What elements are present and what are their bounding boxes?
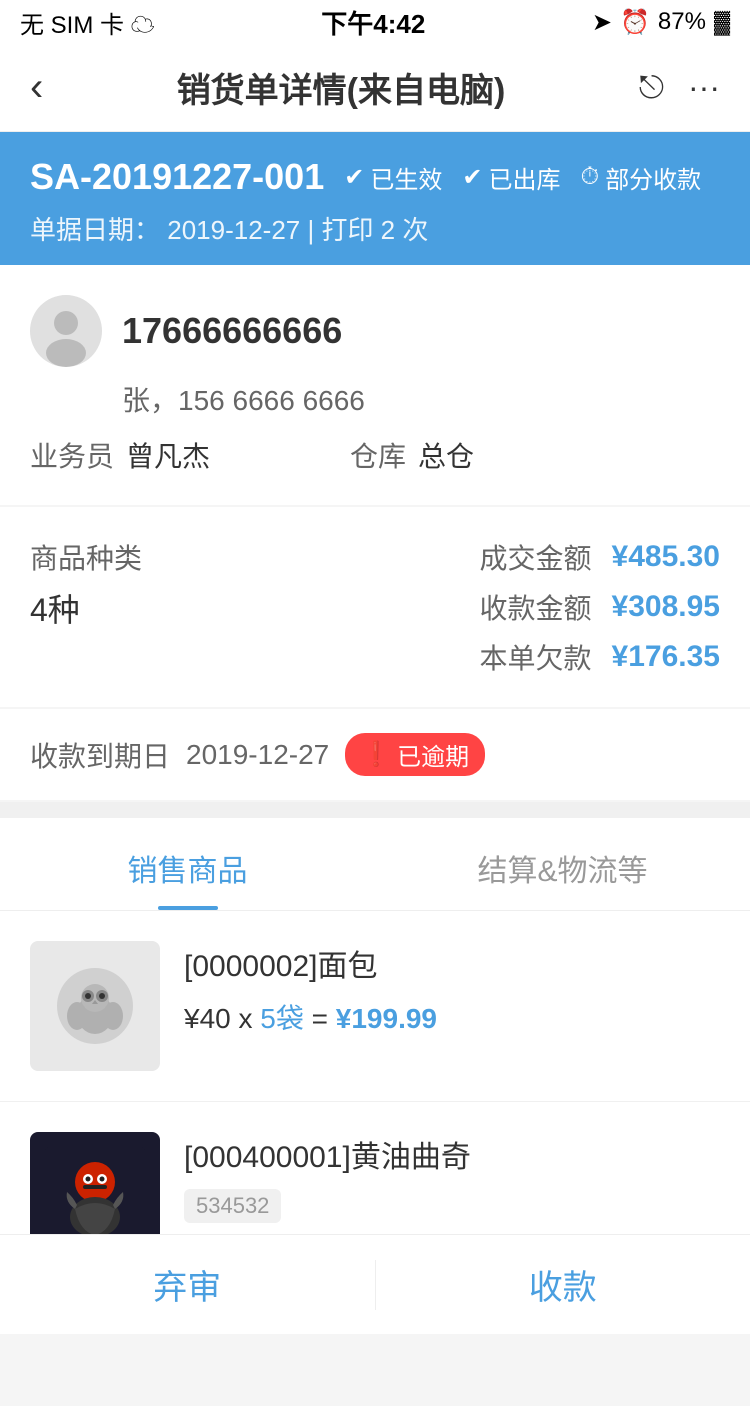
avatar: [30, 295, 102, 367]
back-button[interactable]: ‹: [30, 65, 43, 110]
warehouse-value: 总仓: [418, 435, 474, 475]
salesperson-value: 曾凡杰: [126, 435, 210, 475]
amount-left: 商品种类 4种: [30, 537, 142, 631]
product-item: [0000002]面包 ¥40 x 5袋 = ¥199.99: [0, 911, 750, 1102]
battery-icon: ▓: [714, 9, 730, 35]
collect-button[interactable]: 收款: [376, 1235, 750, 1334]
status-bar: 无 SIM 卡 ☁ 下午4:42 ➤ ⏰ 87% ▓: [0, 0, 750, 44]
product-image-1: [30, 941, 160, 1071]
customer-section: 17666666666 张，156 6666 6666 业务员 曾凡杰 仓库 总…: [0, 265, 750, 505]
customer-row1: 17666666666: [30, 295, 720, 367]
warehouse-item: 仓库 总仓: [350, 435, 474, 475]
salesperson-label: 业务员: [30, 435, 114, 475]
customer-detail: 业务员 曾凡杰 仓库 总仓: [30, 435, 720, 475]
clock-icon: ⏱: [580, 163, 599, 191]
section-divider: [0, 802, 750, 818]
order-date: 2019-12-27: [167, 215, 300, 245]
deal-amount: ¥485.30: [612, 540, 720, 574]
received-amount-row: 收款金额 ¥308.95: [480, 587, 720, 627]
header-banner: SA-20191227-001 ✔ 已生效 ✔ 已出库 ⏱ 部分收款 单据日期：…: [0, 132, 750, 265]
due-date-value: 2019-12-27: [186, 739, 329, 771]
deal-label: 成交金额: [480, 537, 592, 577]
overdue-label: 已逾期: [397, 737, 469, 772]
overdue-badge: ❗ 已逾期: [345, 733, 485, 776]
product-name-1: [0000002]面包: [184, 941, 720, 985]
status-badge-1: ✔ 已生效: [344, 160, 442, 195]
check-icon-2: ✔: [462, 163, 482, 192]
avatar-icon: [30, 295, 102, 367]
salesperson-item: 业务员 曾凡杰: [30, 435, 210, 475]
header-date-row: 单据日期： 2019-12-27 | 打印 2 次: [30, 210, 720, 247]
status-time: 下午4:42: [321, 4, 425, 41]
header-row1: SA-20191227-001 ✔ 已生效 ✔ 已出库 ⏱ 部分收款: [30, 156, 720, 198]
customer-phone: 张，156 6666 6666: [30, 379, 720, 419]
deal-amount-row: 成交金额 ¥485.30: [480, 537, 720, 577]
category-count: 4种: [30, 585, 142, 631]
bottom-bar: 弃审 收款: [0, 1234, 750, 1334]
tabs-section: 销售商品 结算&物流等: [0, 818, 750, 911]
no-sim-label: 无 SIM 卡 ☁: [20, 5, 155, 40]
share-icon[interactable]: ⎋: [639, 69, 664, 107]
amount-section: 商品种类 4种 成交金额 ¥485.30 收款金额 ¥308.95 本单欠款 ¥…: [0, 507, 750, 707]
nav-icons: ⎋ ···: [639, 69, 720, 107]
more-icon[interactable]: ···: [688, 69, 720, 106]
debt-amount: ¥176.35: [612, 640, 720, 674]
debt-amount-row: 本单欠款 ¥176.35: [480, 637, 720, 677]
status-badge-2: ✔ 已出库: [462, 160, 560, 195]
product-price-1: ¥40 x 5袋 = ¥199.99: [184, 997, 720, 1037]
received-amount: ¥308.95: [612, 590, 720, 624]
due-section: 收款到期日 2019-12-27 ❗ 已逾期: [0, 709, 750, 800]
nav-bar: ‹ 销货单详情(来自电脑) ⎋ ···: [0, 44, 750, 132]
page-title: 销货单详情(来自电脑): [177, 63, 506, 112]
product-info-1: [0000002]面包 ¥40 x 5袋 = ¥199.99: [184, 941, 720, 1037]
amount-right: 成交金额 ¥485.30 收款金额 ¥308.95 本单欠款 ¥176.35: [480, 537, 720, 677]
unit-price-1: ¥40: [184, 1003, 231, 1034]
date-label: 单据日期：: [30, 215, 160, 245]
tab-sales-label: 销售商品: [128, 855, 248, 888]
order-id: SA-20191227-001: [30, 156, 324, 198]
bread-icon: [55, 966, 135, 1046]
total-1: ¥199.99: [336, 1003, 437, 1034]
location-icon: ➤: [592, 8, 612, 37]
customer-name: 17666666666: [122, 310, 342, 352]
received-label: 收款金额: [480, 587, 592, 627]
debt-label: 本单欠款: [480, 637, 592, 677]
overdue-icon: ❗: [361, 740, 391, 769]
battery-label: 87%: [658, 8, 706, 36]
status-badge-3: ⏱ 部分收款: [580, 160, 701, 195]
status-left: 无 SIM 卡 ☁: [20, 5, 155, 40]
category-label: 商品种类: [30, 537, 142, 577]
cookie-product-icon: [45, 1147, 145, 1247]
warehouse-label: 仓库: [350, 435, 406, 475]
status-right: ➤ ⏰ 87% ▓: [592, 8, 730, 37]
alarm-icon: ⏰: [620, 8, 650, 37]
check-icon-1: ✔: [344, 163, 364, 192]
qty-1: 5袋: [260, 1003, 304, 1034]
due-date-label: 收款到期日: [30, 735, 170, 775]
product-name-2: [000400001]黄油曲奇: [184, 1132, 720, 1176]
tab-settlement-label: 结算&物流等: [477, 855, 647, 888]
discard-button[interactable]: 弃审: [0, 1235, 375, 1334]
tab-settlement[interactable]: 结算&物流等: [375, 818, 750, 910]
tab-sales-products[interactable]: 销售商品: [0, 818, 375, 910]
print-info: | 打印 2 次: [307, 215, 428, 245]
product-tag-2: 534532: [184, 1189, 281, 1223]
